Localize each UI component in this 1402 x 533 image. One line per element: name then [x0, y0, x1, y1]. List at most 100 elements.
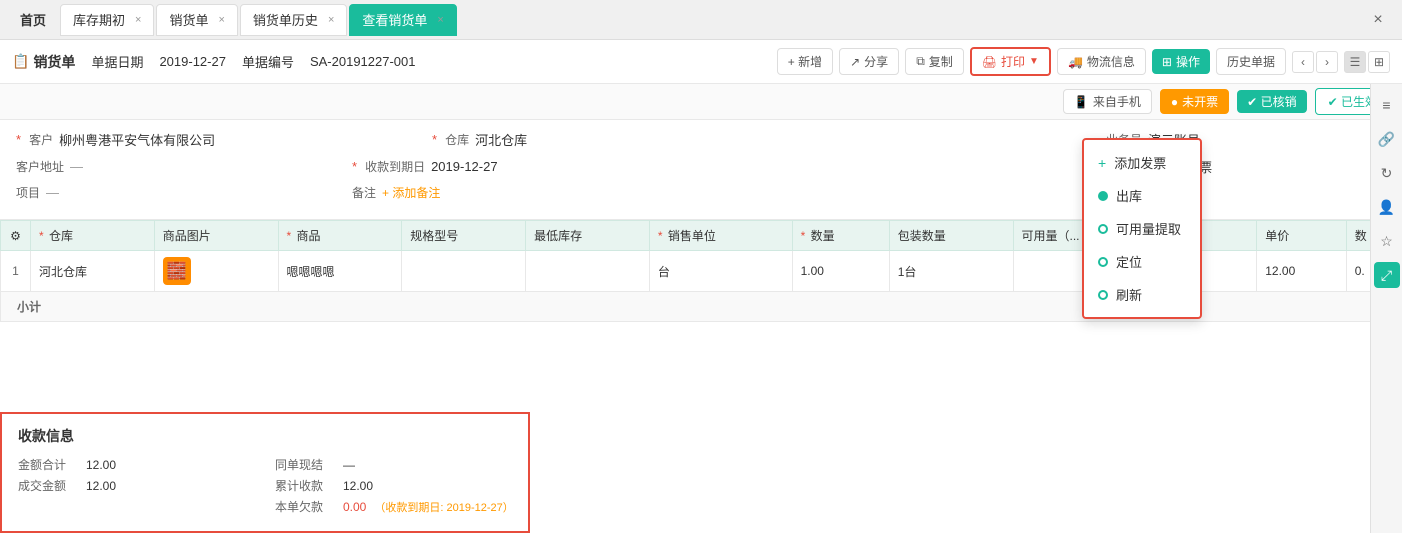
- row-qty: 1.00: [792, 251, 889, 292]
- operate-dropdown: + 添加发票 出库 可用量提取 定位 刷新: [1082, 138, 1202, 319]
- row-min-stock: [526, 251, 650, 292]
- date-value: 2019-12-27: [159, 54, 226, 69]
- add-invoice-icon: +: [1098, 155, 1106, 171]
- row-price: 12.00: [1257, 251, 1347, 292]
- number-label: 单据编号: [242, 52, 294, 71]
- warehouse-field: * 仓库 河北仓库: [432, 130, 712, 149]
- address-label: 客户地址: [16, 158, 64, 175]
- tab-inventory-label: 库存期初: [73, 10, 125, 29]
- row-product-img: 🧱: [154, 251, 278, 292]
- operate-grid-icon: ⊞: [1162, 55, 1172, 69]
- outbound-label: 出库: [1116, 186, 1142, 205]
- from-phone-label: 来自手机: [1093, 93, 1141, 110]
- tab-inventory-init[interactable]: 库存期初 ×: [60, 4, 154, 36]
- tab-sales-order-close[interactable]: ×: [218, 14, 224, 26]
- settings-icon[interactable]: ⚙: [10, 229, 21, 243]
- product-img-icon: 🧱: [167, 261, 187, 281]
- main-content: 📋 销货单 单据日期 2019-12-27 单据编号 SA-20191227-0…: [0, 40, 1402, 533]
- doc-meta: 单据日期 2019-12-27 单据编号 SA-20191227-001: [91, 52, 415, 71]
- refresh-label: 刷新: [1116, 285, 1142, 304]
- toolbar-actions: + 新增 ↗ 分享 ⧉ 复制 🖨 打印 ▼ 🚚 物流信息 ⊞ 操作: [777, 47, 1390, 76]
- history-button[interactable]: 历史单据: [1216, 48, 1286, 75]
- add-note-button[interactable]: + 添加备注: [382, 184, 440, 201]
- tab-sales-history-label: 销货单历史: [253, 10, 318, 29]
- row-product: 嗯嗯嗯嗯: [278, 251, 402, 292]
- confirm-check-icon: ✔: [1247, 95, 1257, 109]
- doc-icon-symbol: 📋: [12, 53, 29, 70]
- project-value: —: [46, 185, 59, 200]
- locate-label: 定位: [1116, 252, 1142, 271]
- confirm-button[interactable]: ✔ 已核销: [1237, 90, 1306, 113]
- not-open-button[interactable]: ● 未开票: [1160, 89, 1229, 114]
- available-qty-item[interactable]: 可用量提取: [1084, 212, 1200, 245]
- sidebar-list-icon[interactable]: ≡: [1374, 92, 1400, 118]
- outbound-dot-icon: [1098, 191, 1108, 201]
- sidebar-user-icon[interactable]: 👤: [1374, 194, 1400, 220]
- new-button[interactable]: + 新增: [777, 48, 833, 75]
- tab-sales-order[interactable]: 销货单 ×: [156, 4, 237, 36]
- not-open-icon: ●: [1171, 95, 1178, 109]
- print-label: 打印: [1001, 53, 1025, 70]
- share-button[interactable]: ↗ 分享: [839, 48, 899, 75]
- balance-value: 0.00: [343, 500, 366, 514]
- warehouse-value[interactable]: 河北仓库: [475, 130, 527, 149]
- add-invoice-item[interactable]: + 添加发票: [1084, 146, 1200, 179]
- customer-required: *: [16, 132, 21, 147]
- operate-label: 操作: [1176, 53, 1200, 70]
- project-label: 项目: [16, 184, 40, 201]
- not-open-label: 未开票: [1182, 93, 1218, 110]
- outbound-item[interactable]: 出库: [1084, 179, 1200, 212]
- nav-arrows: ‹ ›: [1292, 51, 1338, 73]
- effect-check-icon: ✔: [1328, 95, 1338, 109]
- tab-inventory-close[interactable]: ×: [135, 14, 141, 26]
- product-image: 🧱: [163, 257, 191, 285]
- share-label: 分享: [864, 53, 888, 70]
- tab-view-sales-close[interactable]: ×: [437, 14, 443, 26]
- available-qty-label: 可用量提取: [1116, 219, 1181, 238]
- customer-value[interactable]: 柳州粤港平安气体有限公司: [59, 130, 215, 149]
- prev-button[interactable]: ‹: [1292, 51, 1314, 73]
- doc-icon: 📋 销货单: [12, 52, 75, 72]
- col-spec: 规格型号: [402, 221, 526, 251]
- tab-sales-history[interactable]: 销货单历史 ×: [240, 4, 347, 36]
- sidebar-star-icon[interactable]: ☆: [1374, 228, 1400, 254]
- list-view-btn[interactable]: ☰: [1344, 51, 1366, 73]
- col-unit: * 销售单位: [649, 221, 792, 251]
- print-button[interactable]: 🖨 打印 ▼: [970, 47, 1051, 76]
- locate-item[interactable]: 定位: [1084, 245, 1200, 278]
- tab-sales-history-close[interactable]: ×: [328, 14, 334, 26]
- customer-label: 客户: [29, 131, 53, 148]
- from-phone-button[interactable]: 📱 来自手机: [1063, 89, 1152, 114]
- col-price: 单价: [1257, 221, 1347, 251]
- tab-home[interactable]: 首页: [8, 4, 58, 36]
- col-pkg-qty: 包装数量: [889, 221, 1013, 251]
- refresh-item[interactable]: 刷新: [1084, 278, 1200, 311]
- add-invoice-label: 添加发票: [1114, 153, 1166, 172]
- number-value: SA-20191227-001: [310, 54, 416, 69]
- due-date-field: * 收款到期日 2019-12-27: [352, 158, 632, 175]
- col-min-stock: 最低库存: [526, 221, 650, 251]
- balance-row: 本单欠款 0.00 （收款到期日: 2019-12-27）: [275, 498, 512, 515]
- copy-button[interactable]: ⧉ 复制: [905, 48, 964, 75]
- next-button[interactable]: ›: [1316, 51, 1338, 73]
- doc-title: 销货单: [33, 52, 75, 72]
- sidebar-refresh-icon[interactable]: ↻: [1374, 160, 1400, 186]
- tab-view-sales[interactable]: 查看销货单 ×: [349, 4, 456, 36]
- window-close-button[interactable]: ×: [1362, 4, 1394, 36]
- due-date-value[interactable]: 2019-12-27: [431, 159, 498, 174]
- balance-label: 本单欠款: [275, 498, 335, 515]
- sidebar-expand-icon[interactable]: ⤢: [1374, 262, 1400, 288]
- col-gear: ⚙: [1, 221, 31, 251]
- date-label: 单据日期: [91, 52, 143, 71]
- note-label: 备注: [352, 184, 376, 201]
- available-qty-dot-icon: [1098, 224, 1108, 234]
- row-pkg-qty: 1台: [889, 251, 1013, 292]
- col-qty: * 数量: [792, 221, 889, 251]
- grid-view-btn[interactable]: ⊞: [1368, 51, 1390, 73]
- sidebar-link-icon[interactable]: 🔗: [1374, 126, 1400, 152]
- col-product: * 商品: [278, 221, 402, 251]
- accumulated-row: 累计收款 12.00: [275, 477, 512, 494]
- logistics-button[interactable]: 🚚 物流信息: [1057, 48, 1146, 75]
- transaction-value: 12.00: [86, 479, 116, 493]
- operate-button[interactable]: ⊞ 操作: [1152, 49, 1210, 74]
